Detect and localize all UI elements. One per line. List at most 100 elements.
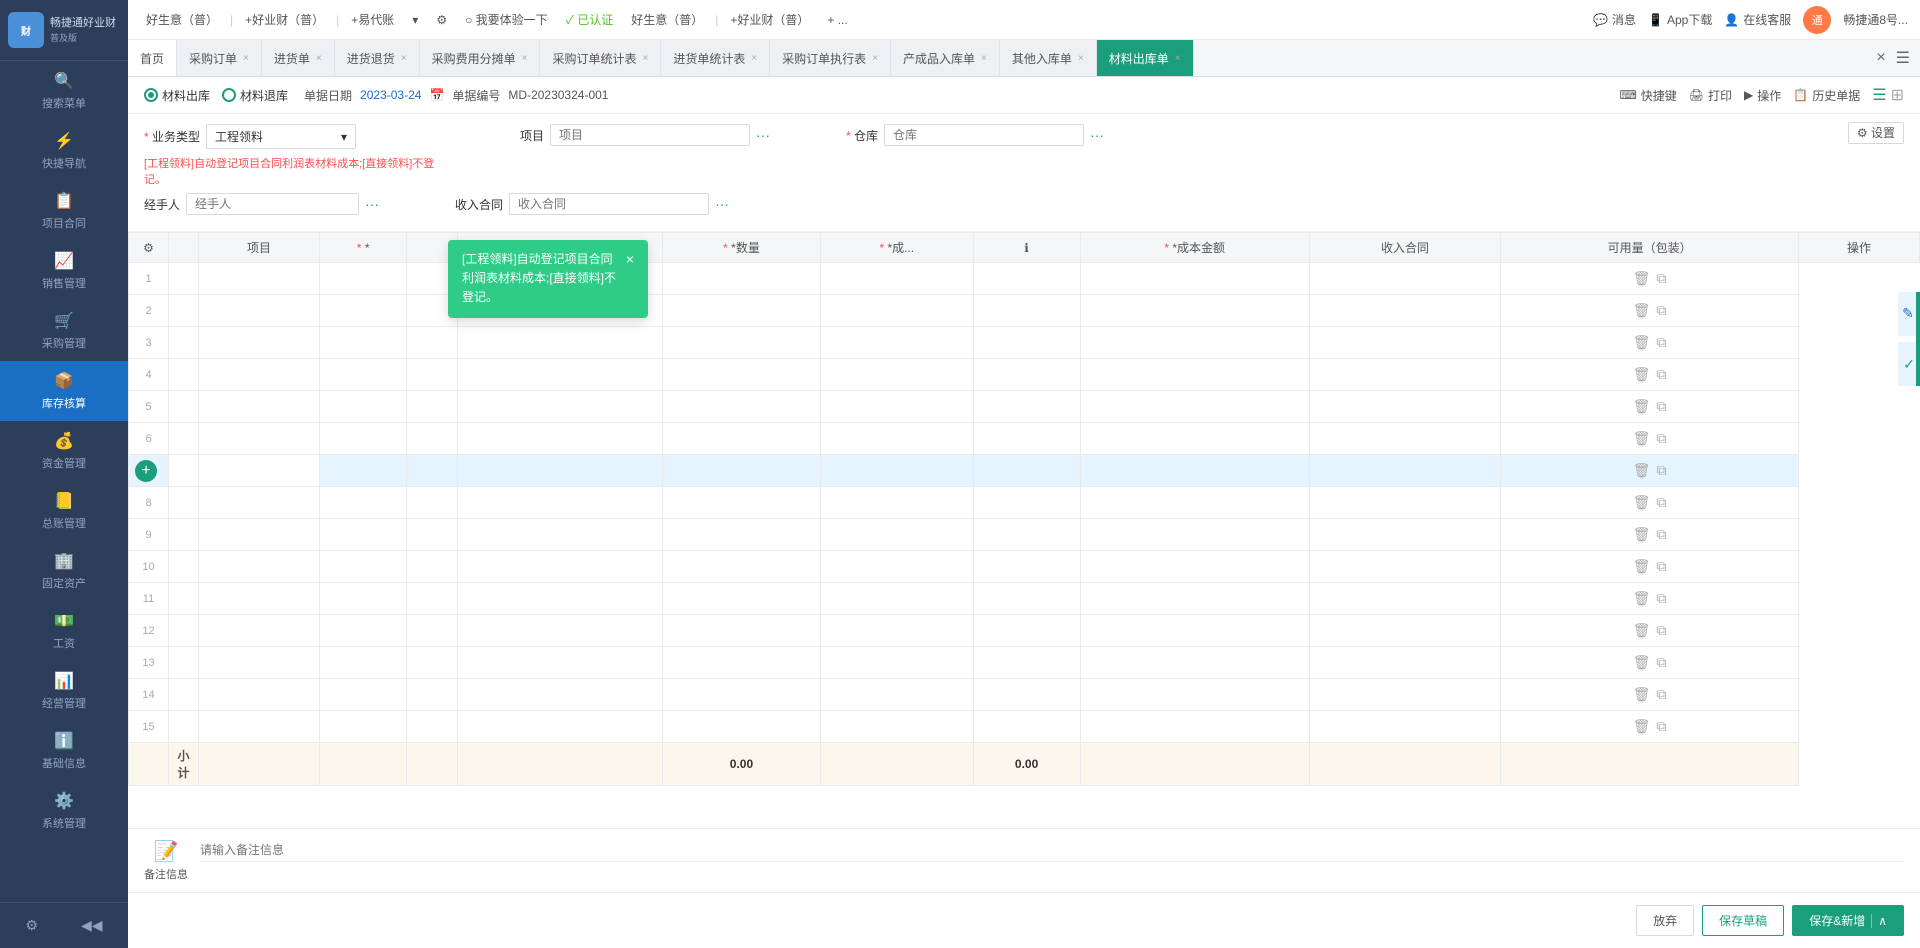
- cell[interactable]: [169, 615, 199, 647]
- cell[interactable]: [973, 615, 1080, 647]
- notes-input[interactable]: [200, 839, 1904, 862]
- delete-row-icon[interactable]: 🗑: [1633, 526, 1651, 543]
- tab-close-other-receipt[interactable]: ×: [1078, 53, 1084, 64]
- copy-row-icon[interactable]: ⧉: [1657, 622, 1667, 639]
- delete-row-icon[interactable]: 🗑: [1633, 430, 1651, 447]
- cell[interactable]: [169, 391, 199, 423]
- cell[interactable]: [1309, 487, 1501, 519]
- discard-button[interactable]: 放弃: [1636, 905, 1694, 936]
- tab-goods-stats[interactable]: 进货单统计表 ×: [661, 40, 770, 76]
- cell-active[interactable]: [169, 455, 199, 487]
- cell[interactable]: [1080, 647, 1309, 679]
- cell[interactable]: [821, 583, 973, 615]
- cell[interactable]: [1080, 263, 1309, 295]
- cell[interactable]: [319, 615, 407, 647]
- cell[interactable]: [319, 487, 407, 519]
- tab-other-receipt[interactable]: 其他入库单 ×: [1000, 40, 1097, 76]
- cell[interactable]: [457, 615, 662, 647]
- sidebar-item-inventory[interactable]: 📦 库存核算: [0, 361, 128, 421]
- add-row-btn[interactable]: +: [135, 460, 157, 482]
- nav-yidaizhang[interactable]: +易代账: [345, 9, 400, 30]
- cell[interactable]: [973, 583, 1080, 615]
- delete-row-icon[interactable]: 🗑: [1633, 558, 1651, 575]
- cell[interactable]: [821, 263, 973, 295]
- cell[interactable]: 🗑⧉: [1501, 263, 1799, 295]
- cell[interactable]: [169, 583, 199, 615]
- copy-row-icon[interactable]: ⧉: [1657, 590, 1667, 607]
- cell[interactable]: [457, 583, 662, 615]
- cell[interactable]: [199, 519, 320, 551]
- cell[interactable]: [1309, 327, 1501, 359]
- delete-row-icon[interactable]: 🗑: [1633, 622, 1651, 639]
- cell[interactable]: [407, 551, 457, 583]
- cell[interactable]: [662, 423, 820, 455]
- cell[interactable]: [662, 679, 820, 711]
- cell[interactable]: [319, 391, 407, 423]
- sidebar-item-base[interactable]: ℹ️ 基础信息: [0, 721, 128, 781]
- sidebar-item-quick[interactable]: ⚡ 快捷导航: [0, 121, 128, 181]
- cell[interactable]: [1309, 519, 1501, 551]
- cell[interactable]: [319, 551, 407, 583]
- cell[interactable]: [407, 423, 457, 455]
- cell[interactable]: [169, 295, 199, 327]
- copy-row-icon[interactable]: ⧉: [1657, 430, 1667, 447]
- sidebar-item-sales[interactable]: 📈 销售管理: [0, 241, 128, 301]
- cell[interactable]: [457, 359, 662, 391]
- cell[interactable]: [1309, 391, 1501, 423]
- cell[interactable]: [457, 647, 662, 679]
- cell[interactable]: [319, 711, 407, 743]
- sidebar-item-assets[interactable]: 🏢 固定资产: [0, 541, 128, 601]
- cell[interactable]: [319, 519, 407, 551]
- cell[interactable]: [821, 359, 973, 391]
- delete-row-icon[interactable]: 🗑: [1633, 270, 1651, 287]
- save-draft-button[interactable]: 保存草稿: [1702, 905, 1784, 936]
- cell[interactable]: 🗑⧉: [1501, 647, 1799, 679]
- copy-row-icon[interactable]: ⧉: [1657, 462, 1667, 479]
- tab-home[interactable]: 首页: [128, 40, 177, 76]
- cell[interactable]: [1080, 615, 1309, 647]
- tab-purchase-expense[interactable]: 采购费用分摊单 ×: [420, 40, 541, 76]
- delete-row-icon[interactable]: 🗑: [1633, 302, 1651, 319]
- list-view-btn[interactable]: ☰: [1872, 85, 1886, 105]
- cell[interactable]: [662, 615, 820, 647]
- nav-haoshengyi2[interactable]: 好生意（普）: [625, 9, 709, 30]
- cell[interactable]: [319, 647, 407, 679]
- cell[interactable]: [1080, 583, 1309, 615]
- cell[interactable]: [662, 295, 820, 327]
- tab-close-goods-receipt[interactable]: ×: [316, 53, 322, 64]
- copy-row-icon[interactable]: ⧉: [1657, 494, 1667, 511]
- form-settings-btn[interactable]: ⚙ 设置: [1848, 124, 1904, 141]
- cell[interactable]: [199, 711, 320, 743]
- print-btn[interactable]: 🖨 打印: [1689, 87, 1732, 104]
- cell[interactable]: 🗑⧉: [1501, 487, 1799, 519]
- cell[interactable]: [199, 423, 320, 455]
- cell[interactable]: [457, 711, 662, 743]
- cell-active[interactable]: [319, 455, 407, 487]
- cell-active[interactable]: [1309, 455, 1501, 487]
- sidebar-item-project[interactable]: 📋 项目合同: [0, 181, 128, 241]
- cell[interactable]: [169, 519, 199, 551]
- save-new-button[interactable]: 保存&新增 ∧: [1792, 905, 1904, 936]
- cell[interactable]: [1309, 711, 1501, 743]
- project-dots[interactable]: ···: [756, 127, 770, 143]
- cell[interactable]: [457, 327, 662, 359]
- cell[interactable]: [1309, 679, 1501, 711]
- cell[interactable]: [319, 327, 407, 359]
- history-btn[interactable]: 📋 历史单据: [1793, 87, 1860, 104]
- cell[interactable]: 🗑⧉: [1501, 327, 1799, 359]
- cell[interactable]: [973, 519, 1080, 551]
- cell[interactable]: 🗑⧉: [1501, 615, 1799, 647]
- cell[interactable]: [407, 679, 457, 711]
- copy-row-icon[interactable]: ⧉: [1657, 718, 1667, 735]
- cell[interactable]: [199, 327, 320, 359]
- cell[interactable]: [821, 519, 973, 551]
- tab-menu[interactable]: ☰: [1894, 46, 1912, 70]
- cell-active[interactable]: [199, 455, 320, 487]
- cell[interactable]: [973, 295, 1080, 327]
- cell[interactable]: 🗑⧉: [1501, 679, 1799, 711]
- cell[interactable]: 🗑⧉: [1501, 711, 1799, 743]
- cell[interactable]: [973, 327, 1080, 359]
- cell[interactable]: [1309, 359, 1501, 391]
- business-type-select[interactable]: 工程领料 ▾: [206, 124, 356, 149]
- cell[interactable]: [199, 487, 320, 519]
